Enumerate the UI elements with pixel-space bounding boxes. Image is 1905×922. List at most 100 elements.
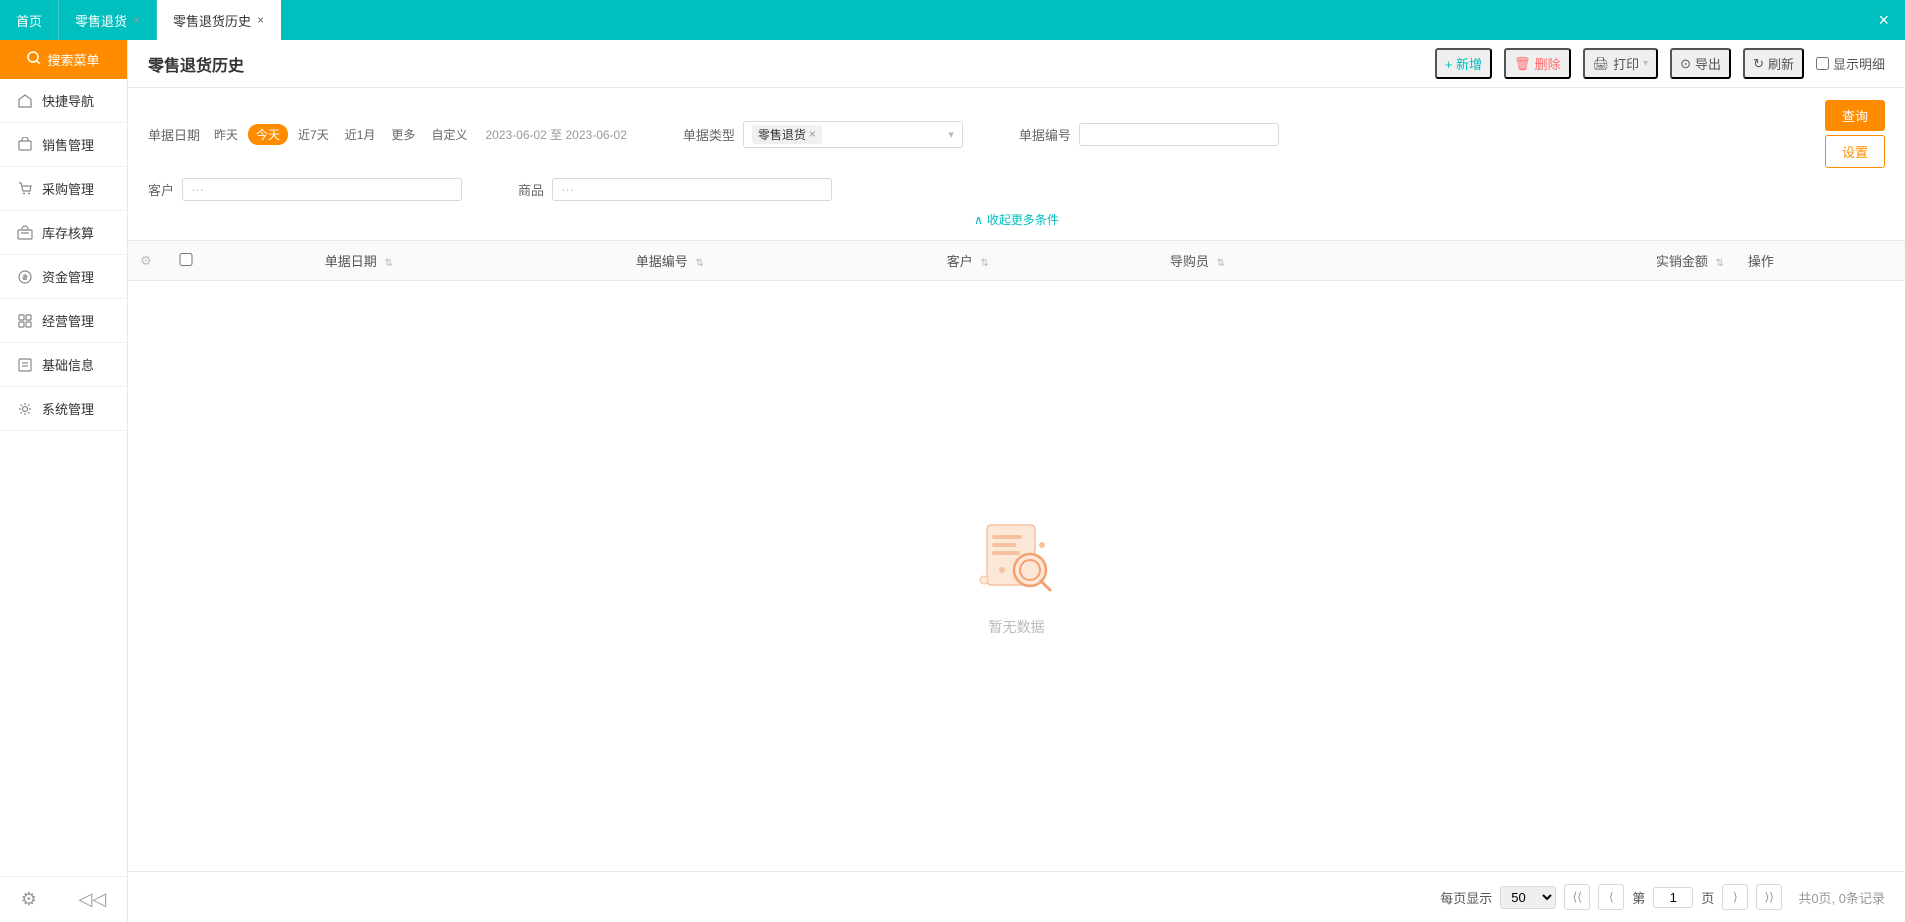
show-detail-input[interactable] bbox=[1816, 57, 1829, 70]
set-button[interactable]: 设置 bbox=[1825, 135, 1885, 168]
table-settings-icon[interactable]: ⚙ bbox=[140, 253, 152, 268]
page-unit: 页 bbox=[1701, 888, 1714, 907]
tab-retail-return-history-close[interactable]: × bbox=[257, 13, 264, 27]
tab-retail-return-history[interactable]: 零售退货历史 × bbox=[157, 0, 281, 40]
delete-button[interactable]: 🗑 删除 bbox=[1504, 48, 1571, 79]
basic-info-icon bbox=[16, 356, 34, 374]
purchase-icon bbox=[16, 180, 34, 198]
goods-input[interactable]: ··· bbox=[552, 178, 832, 201]
filter-row-1: 单据日期 昨天 今天 近7天 近1月 更多 自定义 2023-06-02 至 2… bbox=[148, 100, 1885, 168]
collapse-up-icon: ∧ bbox=[974, 213, 983, 227]
sidebar-item-quick-nav[interactable]: 快捷导航 bbox=[0, 79, 127, 123]
collapse-label: 收起更多条件 bbox=[987, 211, 1059, 228]
print-button[interactable]: 🖨 打印 ▾ bbox=[1583, 48, 1659, 79]
table-header-row: ⚙ 单据日期 ⇅ 单据编号 ⇅ bbox=[128, 241, 1905, 281]
col-action-label: 操作 bbox=[1748, 254, 1774, 269]
operations-icon bbox=[16, 312, 34, 330]
col-settings: ⚙ bbox=[128, 241, 164, 281]
page-label: 第 bbox=[1632, 888, 1645, 907]
volume-icon[interactable]: ◁◁ bbox=[79, 889, 107, 910]
sidebar-item-sales-mgmt[interactable]: 销售管理 bbox=[0, 123, 127, 167]
page-first-button[interactable]: ⟨⟨ bbox=[1564, 884, 1590, 910]
doc-type-select[interactable]: 零售退货 × ▾ bbox=[743, 121, 963, 148]
tab-list: 首页 零售退货 × 零售退货历史 × bbox=[0, 0, 1862, 40]
sidebar-item-inventory[interactable]: 库存核算 bbox=[0, 211, 127, 255]
date-btn-yesterday[interactable]: 昨天 bbox=[208, 124, 244, 145]
col-customer-label: 客户 bbox=[947, 254, 973, 269]
sidebar-item-operations[interactable]: 经营管理 bbox=[0, 299, 127, 343]
home-icon bbox=[16, 92, 34, 110]
date-btn-today[interactable]: 今天 bbox=[248, 124, 288, 145]
empty-state: 暂无数据 bbox=[128, 281, 1905, 871]
sidebar: 搜索菜单 快捷导航 销售管理 采购管理 库存核算 bbox=[0, 40, 128, 922]
export-label: 导出 bbox=[1695, 54, 1721, 73]
filter-row-2: 客户 ··· 商品 ··· bbox=[148, 178, 1885, 201]
doc-no-input[interactable] bbox=[1079, 123, 1279, 146]
col-doc-no-sort-icon[interactable]: ⇅ bbox=[695, 258, 703, 269]
export-icon: ⊙ bbox=[1680, 56, 1691, 72]
sidebar-bottom: ⚙ ◁◁ bbox=[0, 876, 127, 922]
refresh-icon: ↻ bbox=[1753, 56, 1764, 72]
page-next-button[interactable]: ⟩ bbox=[1722, 884, 1748, 910]
sales-icon bbox=[16, 136, 34, 154]
page-size-select[interactable]: 50 10 20 100 bbox=[1500, 886, 1556, 909]
sidebar-item-sys-mgmt[interactable]: 系统管理 bbox=[0, 387, 127, 431]
settings-icon[interactable]: ⚙ bbox=[21, 889, 37, 910]
date-btn-more[interactable]: 更多 bbox=[385, 124, 421, 145]
goods-placeholder: ··· bbox=[561, 182, 574, 197]
finance-icon bbox=[16, 268, 34, 286]
col-guide-sort-icon[interactable]: ⇅ bbox=[1216, 258, 1224, 269]
tab-retail-return-close[interactable]: × bbox=[133, 13, 140, 27]
page-last-button[interactable]: ⟩⟩ bbox=[1756, 884, 1782, 910]
sidebar-item-finance[interactable]: 资金管理 bbox=[0, 255, 127, 299]
add-button[interactable]: + 新增 bbox=[1435, 48, 1492, 79]
doc-type-tag-close[interactable]: × bbox=[809, 127, 816, 141]
system-icon bbox=[16, 400, 34, 418]
tab-home[interactable]: 首页 bbox=[0, 0, 59, 40]
refresh-button[interactable]: ↻ 刷新 bbox=[1743, 48, 1804, 79]
customer-input[interactable]: ··· bbox=[182, 178, 462, 201]
export-button[interactable]: ⊙ 导出 bbox=[1670, 48, 1731, 79]
tab-retail-return[interactable]: 零售退货 × bbox=[59, 0, 157, 40]
col-doc-date-sort-icon[interactable]: ⇅ bbox=[384, 258, 392, 269]
page-number-input[interactable] bbox=[1653, 887, 1693, 908]
query-button[interactable]: 查询 bbox=[1825, 100, 1885, 131]
show-detail-checkbox[interactable]: 显示明细 bbox=[1816, 54, 1885, 73]
main-layout: 搜索菜单 快捷导航 销售管理 采购管理 库存核算 bbox=[0, 40, 1905, 922]
doc-type-filter: 单据类型 零售退货 × ▾ bbox=[683, 121, 963, 148]
date-btn-last1m[interactable]: 近1月 bbox=[339, 124, 382, 145]
date-btn-custom[interactable]: 自定义 bbox=[425, 124, 473, 145]
select-all-checkbox[interactable] bbox=[176, 253, 196, 266]
doc-type-tag: 零售退货 × bbox=[752, 125, 822, 144]
page-title: 零售退货历史 bbox=[148, 52, 244, 76]
sidebar-item-basic-info[interactable]: 基础信息 bbox=[0, 343, 127, 387]
customer-label: 客户 bbox=[148, 180, 174, 199]
date-btn-last7[interactable]: 近7天 bbox=[292, 124, 335, 145]
collapse-button[interactable]: ∧ 收起更多条件 bbox=[148, 211, 1885, 228]
col-guide: 导购员 ⇅ bbox=[1158, 241, 1425, 281]
doc-no-filter: 单据编号 bbox=[1019, 123, 1279, 146]
pagination: 每页显示 50 10 20 100 ⟨⟨ ⟨ 第 页 ⟩ ⟩⟩ 共0页, 0条记… bbox=[128, 871, 1905, 922]
empty-icon bbox=[972, 515, 1062, 605]
window-close-button[interactable]: × bbox=[1862, 10, 1905, 31]
date-filter: 单据日期 昨天 今天 近7天 近1月 更多 自定义 2023-06-02 至 2… bbox=[148, 124, 627, 145]
total-info: 共0页, 0条记录 bbox=[1798, 888, 1885, 907]
col-checkbox bbox=[164, 241, 313, 281]
col-doc-no-label: 单据编号 bbox=[636, 254, 688, 269]
col-amount: 实销金额 ⇅ bbox=[1425, 241, 1736, 281]
sidebar-item-finance-label: 资金管理 bbox=[42, 267, 94, 286]
col-customer-sort-icon[interactable]: ⇅ bbox=[980, 258, 988, 269]
delete-label: 删除 bbox=[1535, 54, 1561, 73]
col-amount-sort-icon[interactable]: ⇅ bbox=[1716, 258, 1724, 269]
date-filter-label: 单据日期 bbox=[148, 125, 200, 144]
col-action: 操作 bbox=[1736, 241, 1905, 281]
page-prev-button[interactable]: ⟨ bbox=[1598, 884, 1624, 910]
sidebar-item-purchase-mgmt[interactable]: 采购管理 bbox=[0, 167, 127, 211]
col-amount-label: 实销金额 bbox=[1656, 254, 1708, 269]
sidebar-item-sales-mgmt-label: 销售管理 bbox=[42, 135, 94, 154]
sidebar-search[interactable]: 搜索菜单 bbox=[0, 40, 127, 79]
inventory-icon bbox=[16, 224, 34, 242]
print-label: 打印 bbox=[1613, 54, 1639, 73]
sidebar-item-operations-label: 经营管理 bbox=[42, 311, 94, 330]
col-doc-date: 单据日期 ⇅ bbox=[313, 241, 624, 281]
